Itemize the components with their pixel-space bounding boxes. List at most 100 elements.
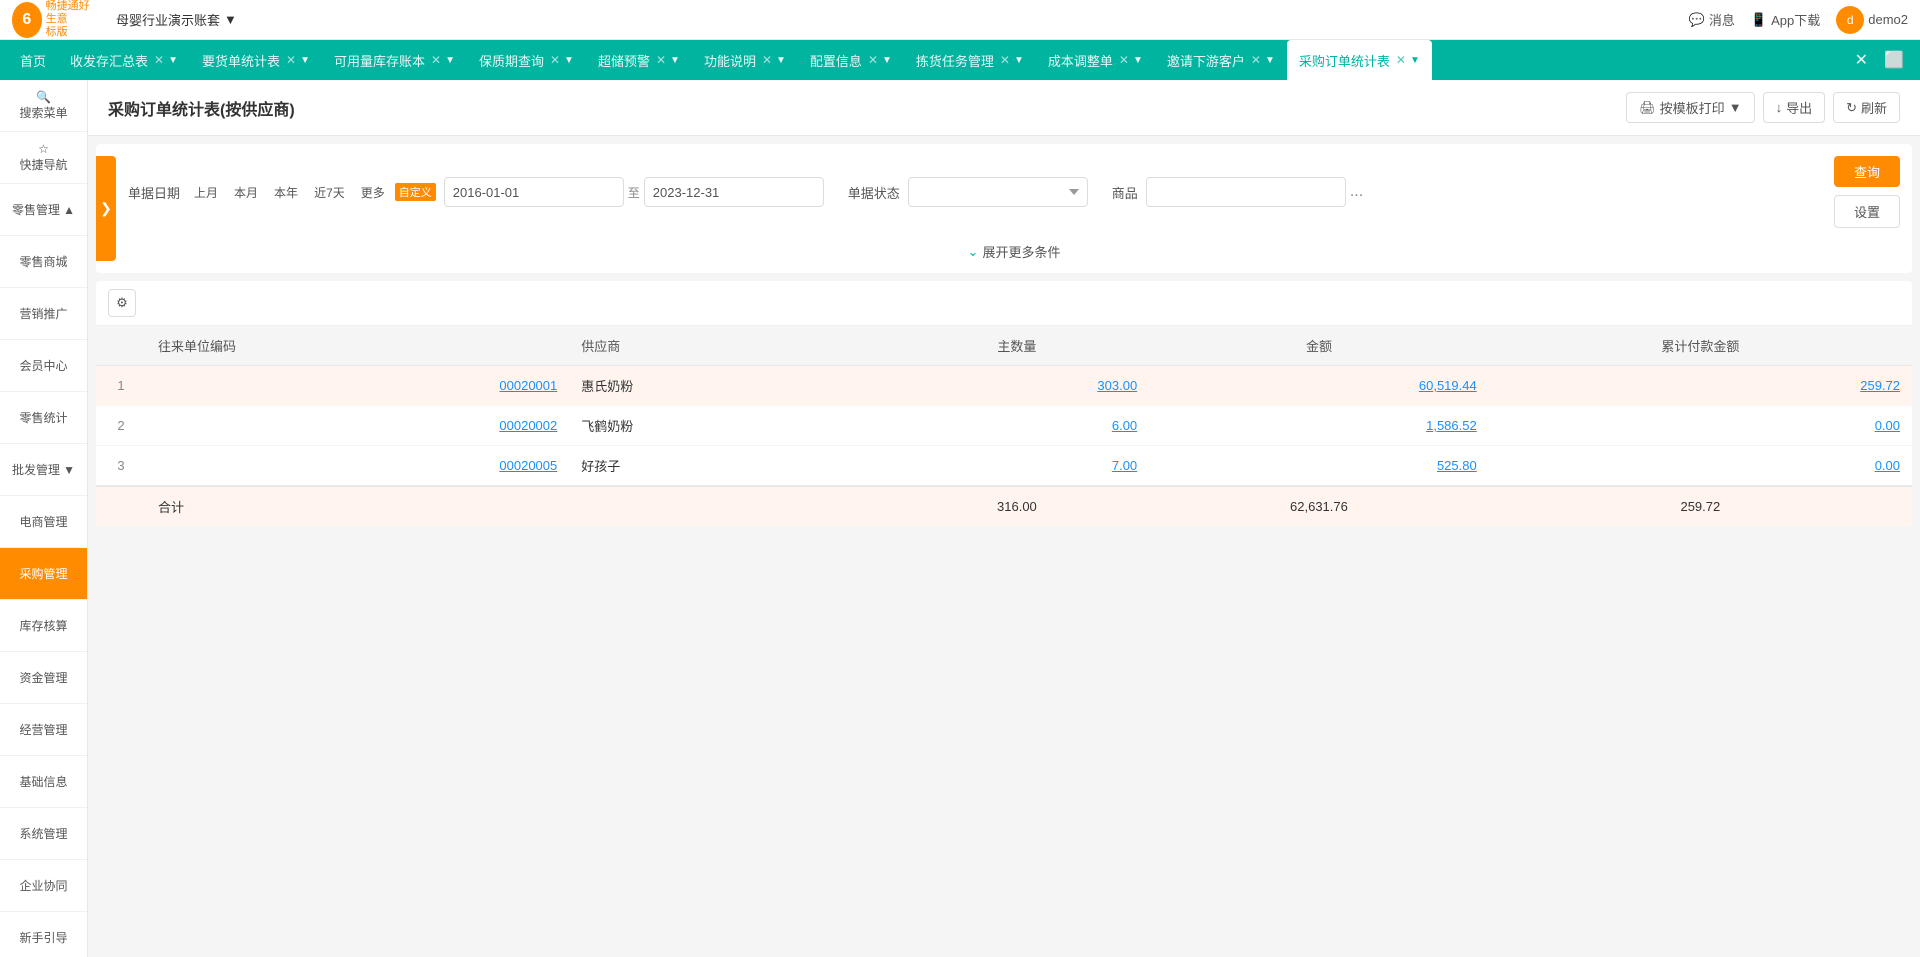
app-download-btn[interactable]: 📱 App下载 [1751, 10, 1820, 29]
tab-arrow-icon: ▼ [882, 55, 892, 66]
sidebar-item-operations-mgmt[interactable]: 经营管理 [0, 704, 87, 756]
cell-unit-code-1[interactable]: 00020001 [146, 366, 569, 406]
cell-quantity-1[interactable]: 303.00 [885, 366, 1150, 406]
chevron-down-icon: ▼ [63, 463, 75, 477]
settings-btn[interactable]: 设置 [1834, 195, 1900, 228]
cell-amount-3[interactable]: 525.80 [1149, 446, 1489, 487]
tab-close-icon[interactable]: ✕ [154, 53, 164, 67]
shortcut-last-month[interactable]: 上月 [188, 182, 224, 203]
sidebar-item-ecommerce-mgmt[interactable]: 电商管理 [0, 496, 87, 548]
table-footer-row: 合计 316.00 62,631.76 259.72 [96, 486, 1912, 527]
tab-order-stats[interactable]: 要货单统计表 ✕ ▼ [190, 40, 322, 80]
tab-arrow-icon: ▼ [1265, 55, 1275, 66]
tab-close-icon[interactable]: ✕ [868, 53, 878, 67]
tab-invite-downstream[interactable]: 邀请下游客户 ✕ ▼ [1155, 40, 1287, 80]
date-range: 至 [444, 177, 824, 207]
query-btn[interactable]: 查询 [1834, 156, 1900, 187]
table-header-row: 往来单位编码 供应商 主数量 金额 累计付款金额 [96, 326, 1912, 366]
tab-function-guide[interactable]: 功能说明 ✕ ▼ [692, 40, 798, 80]
workspace-selector[interactable]: 母婴行业演示账套 ▼ [116, 10, 241, 29]
sidebar-item-system-mgmt[interactable]: 系统管理 [0, 808, 87, 860]
tab-arrow-icon: ▼ [445, 55, 455, 66]
shortcut-this-year[interactable]: 本年 [268, 182, 304, 203]
footer-quantity: 316.00 [885, 486, 1150, 527]
filter-expand-toggle[interactable]: ❯ [96, 156, 116, 261]
sidebar-item-newbie-guide[interactable]: 新手引导 [0, 912, 87, 957]
cell-index-2: 2 [96, 406, 146, 446]
cell-index-3: 3 [96, 446, 146, 487]
user-profile[interactable]: d demo2 [1836, 6, 1908, 34]
cell-unit-code-3[interactable]: 00020005 [146, 446, 569, 487]
window-close-btn[interactable]: ✕ [1847, 50, 1876, 70]
refresh-btn[interactable]: ↻ 刷新 [1833, 92, 1900, 123]
tab-config-info[interactable]: 配置信息 ✕ ▼ [798, 40, 904, 80]
tab-arrow-icon: ▼ [300, 55, 310, 66]
date-to-input[interactable] [644, 177, 824, 207]
footer-paid: 259.72 [1489, 486, 1912, 527]
cell-paid-1[interactable]: 259.72 [1489, 366, 1912, 406]
tab-available-stock[interactable]: 可用量库存账本 ✕ ▼ [322, 40, 467, 80]
sidebar-item-marketing[interactable]: 营销推广 [0, 288, 87, 340]
footer-label: 合计 [146, 486, 885, 527]
sidebar-item-inventory-accounting[interactable]: 库存核算 [0, 600, 87, 652]
sidebar-item-search[interactable]: 🔍 搜索菜单 [0, 80, 87, 132]
cell-paid-2[interactable]: 0.00 [1489, 406, 1912, 446]
tab-close-icon[interactable]: ✕ [431, 53, 441, 67]
tab-close-icon[interactable]: ✕ [1251, 53, 1261, 67]
main-content: 采购订单统计表(按供应商) 🖨 按模板打印 ▼ ↓ 导出 ↻ 刷新 [88, 80, 1920, 957]
top-right-area: 💬 消息 📱 App下载 d demo2 [1689, 6, 1908, 34]
tab-arrow-active-icon: ▼ [1410, 55, 1420, 66]
table-row: 2 00020002 飞鹤奶粉 6.00 1,586.52 0.00 [96, 406, 1912, 446]
tab-close-icon[interactable]: ✕ [656, 53, 666, 67]
window-maximize-btn[interactable]: ⬜ [1876, 50, 1912, 70]
tab-close-icon[interactable]: ✕ [286, 53, 296, 67]
tab-cost-adjust[interactable]: 成本调整单 ✕ ▼ [1036, 40, 1155, 80]
date-from-input[interactable] [444, 177, 624, 207]
sidebar-item-retail-mall[interactable]: 零售商城 [0, 236, 87, 288]
cell-amount-2[interactable]: 1,586.52 [1149, 406, 1489, 446]
tab-close-icon[interactable]: ✕ [550, 53, 560, 67]
tab-close-icon[interactable]: ✕ [1000, 53, 1010, 67]
goods-dots-btn[interactable]: ... [1346, 183, 1367, 201]
sidebar-item-member-center[interactable]: 会员中心 [0, 340, 87, 392]
tab-pick-task[interactable]: 拣货任务管理 ✕ ▼ [904, 40, 1036, 80]
sidebar-item-wholesale-mgmt[interactable]: 批发管理 ▼ [0, 444, 87, 496]
col-paid: 累计付款金额 [1489, 326, 1912, 366]
logo-area: 6 畅捷通好生意 标版 [12, 0, 100, 39]
sidebar-item-retail-mgmt[interactable]: 零售管理 ▲ [0, 184, 87, 236]
cell-quantity-2[interactable]: 6.00 [885, 406, 1150, 446]
export-btn[interactable]: ↓ 导出 [1763, 92, 1826, 123]
col-amount: 金额 [1149, 326, 1489, 366]
shortcut-7days[interactable]: 近7天 [308, 182, 351, 203]
shortcut-more[interactable]: 更多 [355, 182, 391, 203]
tab-overstock-warning[interactable]: 超储预警 ✕ ▼ [586, 40, 692, 80]
tab-close-icon[interactable]: ✕ [1119, 53, 1129, 67]
expand-more-btn[interactable]: ⌄ 展开更多条件 [128, 236, 1900, 261]
cell-unit-code-2[interactable]: 00020002 [146, 406, 569, 446]
date-filter-item: 单据日期 上月 本月 本年 近7天 更多 自定义 至 [128, 177, 824, 207]
refresh-icon: ↻ [1846, 100, 1857, 116]
tab-home[interactable]: 首页 [8, 40, 58, 80]
status-select[interactable] [908, 177, 1088, 207]
sidebar-item-purchase-mgmt[interactable]: 采购管理 [0, 548, 87, 600]
sidebar-item-retail-stats[interactable]: 零售统计 [0, 392, 87, 444]
shortcut-this-month[interactable]: 本月 [228, 182, 264, 203]
cell-amount-1[interactable]: 60,519.44 [1149, 366, 1489, 406]
goods-input[interactable] [1146, 177, 1346, 207]
message-btn[interactable]: 💬 消息 [1689, 10, 1735, 29]
tab-close-icon[interactable]: ✕ [762, 53, 772, 67]
sidebar-item-enterprise-collab[interactable]: 企业协同 [0, 860, 87, 912]
download-icon: 📱 [1751, 12, 1767, 28]
print-btn[interactable]: 🖨 按模板打印 ▼ [1626, 92, 1754, 123]
table-settings-btn[interactable]: ⚙ [108, 289, 136, 317]
cell-paid-3[interactable]: 0.00 [1489, 446, 1912, 487]
sidebar-item-financial-mgmt[interactable]: 资金管理 [0, 652, 87, 704]
cell-quantity-3[interactable]: 7.00 [885, 446, 1150, 487]
tab-expiry-query[interactable]: 保质期查询 ✕ ▼ [467, 40, 586, 80]
tab-purchase-order-stats[interactable]: 采购订单统计表 ✕ ▼ [1287, 40, 1432, 80]
sidebar-item-shortcuts[interactable]: ☆ 快捷导航 [0, 132, 87, 184]
tab-close-active-icon[interactable]: ✕ [1396, 53, 1406, 67]
top-bar: 6 畅捷通好生意 标版 母婴行业演示账套 ▼ 💬 消息 📱 App下载 d de… [0, 0, 1920, 40]
tab-receive-summary[interactable]: 收发存汇总表 ✕ ▼ [58, 40, 190, 80]
sidebar-item-basic-info[interactable]: 基础信息 [0, 756, 87, 808]
